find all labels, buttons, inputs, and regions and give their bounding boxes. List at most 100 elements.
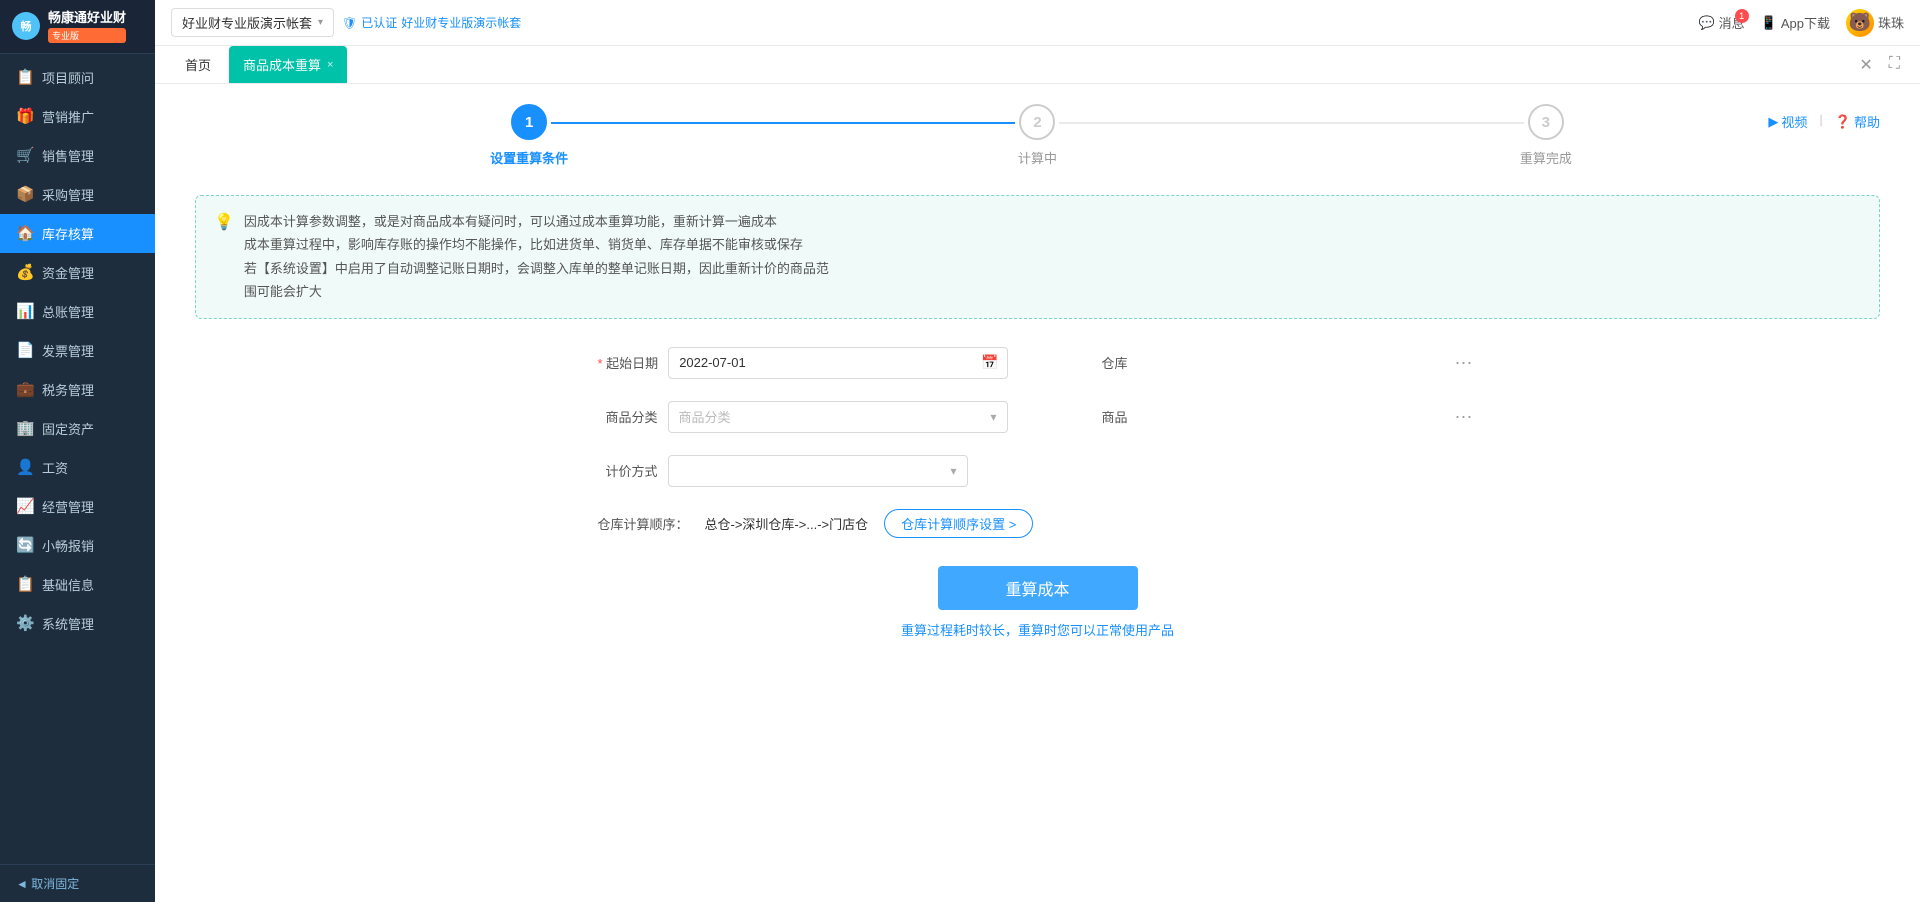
sidebar-item-marketing[interactable]: 🎁 营销推广 [0,97,155,136]
pricing-label: 计价方式 [598,461,658,480]
sidebar-item-project[interactable]: 📋 项目顾问 [0,58,155,97]
sidebar-item-label: 小畅报销 [42,536,94,555]
system-icon: ⚙️ [16,614,34,632]
user-avatar: 🐻 [1846,9,1874,37]
project-icon: 📋 [16,68,34,86]
calendar-icon: 📅 [973,354,1006,371]
app-download-button[interactable]: 📱 App下载 [1761,13,1830,32]
info-line-2: 成本重算过程中，影响库存账的操作均不能操作，比如进货单、销货单、库存单据不能审核… [244,233,829,256]
start-date-input[interactable] [669,347,973,379]
sidebar-item-label: 项目顾问 [42,68,94,87]
step-1-label: 设置重算条件 [490,148,568,167]
chevron-down-icon: ▾ [990,410,996,424]
app-title: 畅康通好业财 [48,10,126,26]
user-profile-button[interactable]: 🐻 珠珠 [1846,9,1904,37]
help-label: 帮助 [1854,112,1880,131]
step-1-line [551,122,1015,124]
app-subtitle: 专业版 [48,28,126,43]
step-1-circle: 1 [511,104,547,140]
sidebar-item-label: 发票管理 [42,341,94,360]
close-window-icon[interactable]: ✕ [1855,53,1876,77]
info-line-4: 围可能会扩大 [244,280,829,303]
steps-right-actions: ▶ 视频 | ❓ 帮助 [1768,112,1880,131]
app-title-block: 畅康通好业财 专业版 [48,10,126,43]
pricing-selector[interactable]: ▾ [668,455,968,487]
sidebar-item-assets[interactable]: 🏢 固定资产 [0,409,155,448]
sidebar-item-label: 资金管理 [42,263,94,282]
product-label: 商品 [1068,407,1128,426]
sidebar-item-label: 固定资产 [42,419,94,438]
category-placeholder: 商品分类 [679,407,731,426]
warehouse-field: 仓库 ··· [1068,347,1478,379]
step-2-line [1059,122,1523,124]
message-button[interactable]: 💬 消息 1 [1698,13,1744,32]
pricing-row: 计价方式 ▾ [598,455,1478,487]
recalc-button[interactable]: 重算成本 [938,566,1138,610]
app-download-label: App下载 [1781,13,1830,32]
expand-icon[interactable]: ⛶ [1885,53,1904,77]
sidebar-item-system[interactable]: ⚙️ 系统管理 [0,604,155,643]
category-field: 商品分类 商品分类 ▾ [598,401,1008,433]
play-icon: ▶ [1768,114,1778,130]
sidebar-item-accounting[interactable]: 📊 总账管理 [0,292,155,331]
sidebar-item-expense[interactable]: 🔄 小畅报销 [0,526,155,565]
topbar-right: 💬 消息 1 📱 App下载 🐻 珠珠 [1698,9,1904,37]
topbar-left: 好业财专业版演示帐套 ▾ 🛡 已认证 好业财专业版演示帐套 [171,8,1686,37]
sidebar-item-finance[interactable]: 💰 资金管理 [0,253,155,292]
tab-home-label: 首页 [185,55,211,74]
pricing-inner: 计价方式 ▾ [598,455,1478,487]
category-label: 商品分类 [598,407,658,426]
start-date-label: 起始日期 [598,353,659,372]
start-date-input-wrapper[interactable]: 📅 [668,347,1007,379]
sidebar-item-label: 基础信息 [42,575,94,594]
tabs-actions: ✕ ⛶ [1855,53,1904,77]
product-selector[interactable]: ··· [1138,401,1478,433]
recalc-note: 重算过程耗时较长，重算时您可以正常使用产品 [901,620,1174,639]
salary-icon: 👤 [16,458,34,476]
sidebar-item-purchase[interactable]: 📦 采购管理 [0,175,155,214]
sidebar-item-sales[interactable]: 🛒 销售管理 [0,136,155,175]
info-line-1: 因成本计算参数调整，或是对商品成本有疑问时，可以通过成本重算功能，重新计算一遍成… [244,210,829,233]
sidebar-item-basic[interactable]: 📋 基础信息 [0,565,155,604]
step-2: 2 计算中 [783,104,1291,167]
assets-icon: 🏢 [16,419,34,437]
sidebar-item-inventory[interactable]: 🏠 库存核算 [0,214,155,253]
account-name: 好业财专业版演示帐套 [182,13,312,32]
help-icon: ❓ [1835,114,1851,130]
sidebar-item-label: 营销推广 [42,107,94,126]
sidebar-item-operation[interactable]: 📈 经营管理 [0,487,155,526]
sidebar-item-tax[interactable]: 💼 税务管理 [0,370,155,409]
recalc-section: 重算成本 重算过程耗时较长，重算时您可以正常使用产品 [195,566,1880,639]
tab-cost-recalc[interactable]: 商品成本重算 × [229,46,347,83]
tabs-bar: 首页 商品成本重算 × ✕ ⛶ [155,46,1920,84]
finance-icon: 💰 [16,263,34,281]
sidebar-item-label: 总账管理 [42,302,94,321]
info-line-3: 若【系统设置】中启用了自动调整记账日期时，会调整入库单的整单记账日期，因此重新计… [244,257,829,280]
tab-cost-recalc-label: 商品成本重算 [243,55,321,74]
step-2-circle: 2 [1019,104,1055,140]
warehouse-label: 仓库 [1068,353,1128,372]
sidebar-item-label: 库存核算 [42,224,94,243]
warehouse-order-settings-button[interactable]: 仓库计算顺序设置 > [884,509,1033,538]
form-grid: 起始日期 📅 仓库 ··· 商品分类 商品分类 ▾ [598,347,1478,433]
sidebar-item-salary[interactable]: 👤 工资 [0,448,155,487]
product-field: 商品 ··· [1068,401,1478,433]
help-button[interactable]: ❓ 帮助 [1835,112,1880,131]
warehouse-selector[interactable]: ··· [1138,347,1478,379]
content-area: 1 设置重算条件 2 计算中 3 重算完成 ▶ [155,84,1920,902]
sidebar-item-invoice[interactable]: 📄 发票管理 [0,331,155,370]
tab-home[interactable]: 首页 [171,46,225,83]
category-selector[interactable]: 商品分类 ▾ [668,401,1008,433]
video-button[interactable]: ▶ 视频 [1768,112,1807,131]
topbar: 好业财专业版演示帐套 ▾ 🛡 已认证 好业财专业版演示帐套 💬 消息 1 📱 A… [155,0,1920,46]
unpin-button[interactable]: ◄ 取消固定 [0,864,155,902]
sidebar-item-label: 经营管理 [42,497,94,516]
verified-account-name: 好业财专业版演示帐套 [401,14,521,31]
tab-close-icon[interactable]: × [327,59,333,71]
warehouse-order-label: 仓库计算顺序： [598,514,689,533]
marketing-icon: 🎁 [16,107,34,125]
account-selector[interactable]: 好业财专业版演示帐套 ▾ [171,8,334,37]
start-date-field: 起始日期 📅 [598,347,1008,379]
accounting-icon: 📊 [16,302,34,320]
invoice-icon: 📄 [16,341,34,359]
